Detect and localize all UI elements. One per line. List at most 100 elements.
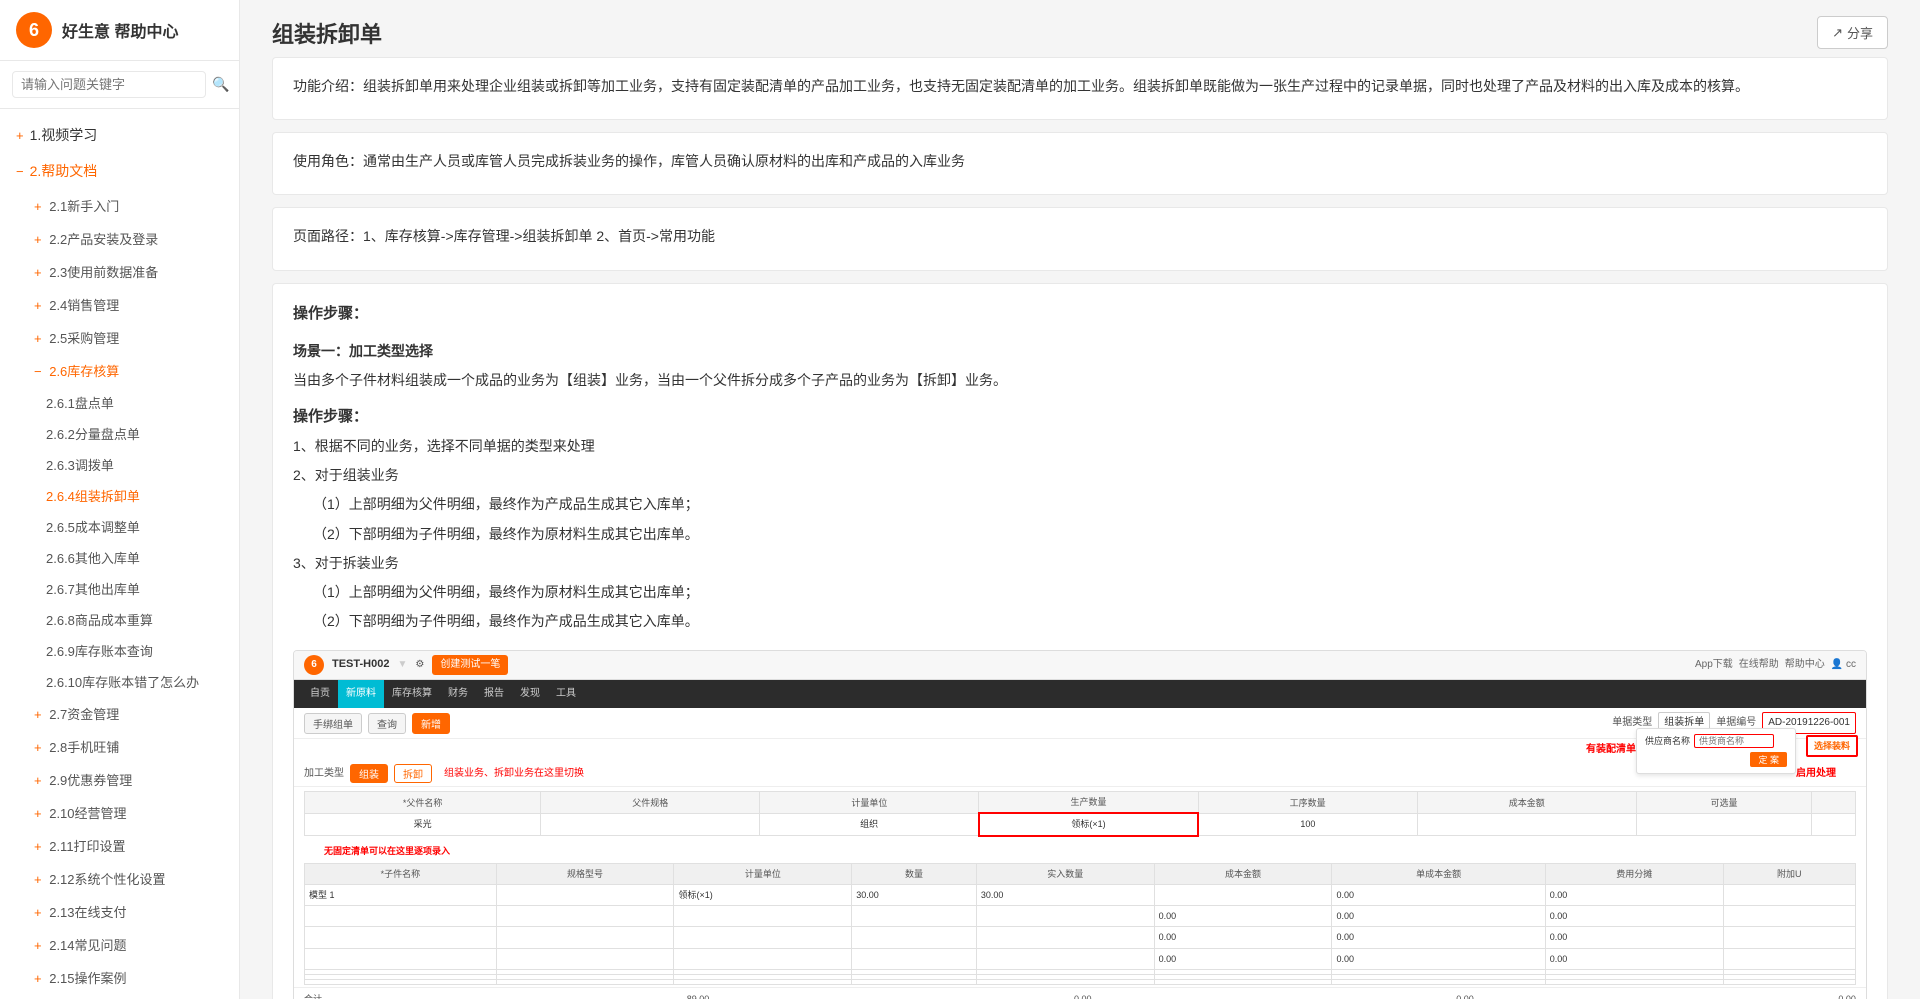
mock-settings-icon: ⚙ [415, 656, 424, 674]
ops-title: 操作步骤： [293, 300, 1867, 327]
search-box[interactable]: 🔍 [0, 61, 239, 109]
step2: 2、对于组装业务 [293, 463, 1867, 488]
sidebar-item-2-6-10[interactable]: 2.6.10库存账本错了怎么办 [0, 666, 239, 697]
mock-lower-td-1-0 [305, 906, 497, 927]
scenario1-desc: 当由多个子件材料组装成一个成品的业务为【组装】业务，当由一个父件拆分成多个子产品… [293, 368, 1867, 393]
steps-title: 操作步骤： [293, 403, 1867, 430]
share-button[interactable]: ↗ 分享 [1817, 16, 1888, 49]
screenshot-container: 6 TEST-H002 ▼ ⚙ 创建测试一笔 App下载 在线帮助 帮助中心 👤… [293, 650, 1867, 999]
plus-icon: + [34, 773, 42, 788]
logo-icon: 6 [16, 12, 52, 48]
step2a: （1）上部明细为父件明细，最终作为产成品生成其它入库单； [313, 492, 1867, 517]
mock-nav-reports[interactable]: 报告 [476, 680, 512, 708]
sidebar-item-2-6-8[interactable]: 2.6.8商品成本重算 [0, 604, 239, 635]
mock-lower-th-2: 计量单位 [674, 863, 852, 884]
plus-icon: + [34, 707, 42, 722]
sidebar-item-2-6-9[interactable]: 2.6.9库存账本查询 [0, 635, 239, 666]
path-card: 页面路径：1、库存核算->库存管理->组装拆卸单 2、首页->常用功能 [272, 207, 1888, 270]
mock-popup: 供应商名称 定 案 [1636, 728, 1796, 773]
search-input[interactable] [12, 71, 206, 98]
role-text: 使用角色：通常由生产人员或库管人员完成拆装业务的操作，库管人员确认原材料的出库和… [293, 149, 1867, 174]
mock-annotation-row1: 有装配清单的在这里处理 选择装料 [294, 739, 1866, 761]
mock-separator: ▼ [397, 656, 407, 674]
app-name: 好生意 帮助中心 [62, 18, 178, 42]
main: 组装拆卸单 ↗ 分享 功能介绍：组装拆卸单用来处理企业组装或拆卸等加工业务，支持… [240, 0, 1920, 999]
sidebar-item-2-8[interactable]: + 2.8手机旺铺 [0, 730, 239, 763]
search-icon[interactable]: 🔍 [212, 76, 229, 93]
mock-nav-home[interactable]: 自贡 [302, 680, 338, 708]
sidebar-item-2-11[interactable]: + 2.11打印设置 [0, 829, 239, 862]
plus-icon: + [34, 806, 42, 821]
mock-toolbar: 手绑组单 查询 新增 单据类型 组装拆单 单据编号 AD-20191226-00… [294, 708, 1866, 739]
plus-icon: + [34, 265, 42, 280]
sidebar-item-2-6[interactable]: − 2.6库存核算 [0, 354, 239, 387]
sidebar-item-2-10[interactable]: + 2.10经营管理 [0, 796, 239, 829]
mock-link-help[interactable]: 在线帮助 [1739, 656, 1779, 674]
sidebar-item-2-6-3[interactable]: 2.6.3调拨单 [0, 449, 239, 480]
plus-icon: + [34, 740, 42, 755]
minus-icon: − [16, 164, 24, 179]
sidebar-item-2-6-7[interactable]: 2.6.7其他出库单 [0, 573, 239, 604]
label: 2.8手机旺铺 [49, 740, 119, 755]
sidebar-item-1[interactable]: + 1.视频学习 [0, 117, 239, 153]
sidebar-item-2-6-4[interactable]: 2.6.4组装拆卸单 [0, 480, 239, 511]
plus-icon: + [34, 872, 42, 887]
mock-btn-assemble[interactable]: 组装 [350, 764, 388, 783]
sidebar-item-2-1[interactable]: + 2.1新手入门 [0, 189, 239, 222]
mock-nav: 自贡 新原料 库存核算 财务 报告 发现 工具 [294, 680, 1866, 708]
label: 2.4销售管理 [49, 298, 119, 313]
mock-new-order-btn[interactable]: 创建测试一笔 [432, 655, 508, 675]
mock-nav-discover[interactable]: 发现 [512, 680, 548, 708]
mock-btn-new[interactable]: 新增 [412, 713, 450, 734]
sidebar-item-2-2[interactable]: + 2.2产品安装及登录 [0, 222, 239, 255]
sidebar-item-2-12[interactable]: + 2.12系统个性化设置 [0, 862, 239, 895]
label: 2.1新手入门 [49, 199, 119, 214]
mock-footer-row: 合计 89.00 0.00 0.00 0.00 [294, 987, 1866, 999]
path-text: 页面路径：1、库存核算->库存管理->组装拆卸单 2、首页->常用功能 [293, 224, 1867, 249]
sidebar-item-2-5[interactable]: + 2.5采购管理 [0, 321, 239, 354]
mock-footer-val-4: 0.00 [1838, 991, 1856, 999]
mock-nav-materials[interactable]: 新原料 [338, 680, 384, 708]
step3: 3、对于拆装业务 [293, 551, 1867, 576]
mock-popup-confirm-btn[interactable]: 定 案 [1750, 752, 1787, 767]
mock-lower-td-1-5: 0.00 [1154, 906, 1332, 927]
mock-popup-btn-row: 定 案 [1645, 752, 1787, 768]
mock-popup-input[interactable] [1694, 734, 1774, 748]
sidebar-item-2-4[interactable]: + 2.4销售管理 [0, 288, 239, 321]
label: 2.14常见问题 [49, 938, 126, 953]
mock-upper-td-3[interactable]: 领标(×1) [979, 813, 1198, 835]
mock-link-app[interactable]: App下载 [1695, 656, 1733, 674]
mock-btn-disassemble[interactable]: 拆卸 [394, 764, 432, 783]
sidebar-item-2-6-5[interactable]: 2.6.5成本调整单 [0, 511, 239, 542]
mock-lower-th-3: 数量 [852, 863, 977, 884]
sidebar-item-2[interactable]: − 2.帮助文档 [0, 153, 239, 189]
mock-btn-bind[interactable]: 手绑组单 [304, 713, 362, 734]
sidebar-item-2-7[interactable]: + 2.7资金管理 [0, 697, 239, 730]
annotation-text-2: 组装业务、拆卸业务在这里切换 [444, 765, 584, 783]
mock-upper-td-5 [1417, 813, 1636, 835]
mock-nav-tools[interactable]: 工具 [548, 680, 584, 708]
intro-text: 功能介绍：组装拆卸单用来处理企业组装或拆卸等加工业务，支持有固定装配清单的产品加… [293, 74, 1867, 99]
mock-nav-inventory[interactable]: 库存核算 [384, 680, 440, 708]
sidebar-item-2-6-1[interactable]: 2.6.1盘点单 [0, 387, 239, 418]
sidebar-item-2-14[interactable]: + 2.14常见问题 [0, 928, 239, 961]
sidebar-item-2-13[interactable]: + 2.13在线支付 [0, 895, 239, 928]
sidebar-item-2-15[interactable]: + 2.15操作案例 [0, 961, 239, 994]
sidebar-item-2-3[interactable]: + 2.3使用前数据准备 [0, 255, 239, 288]
mock-toolbar-area: 手绑组单 查询 新增 单据类型 组装拆单 单据编号 AD-20191226-00… [294, 708, 1866, 761]
mock-upper-td-0: 采光 [305, 813, 541, 835]
mock-btn-fixed-bom[interactable]: 选择装料 [1806, 735, 1858, 757]
mock-lower-th-5: 成本金额 [1154, 863, 1332, 884]
mock-lower-td-0-2[interactable]: 领标(×1) [674, 885, 852, 906]
sidebar: 6 好生意 帮助中心 🔍 + 1.视频学习 − 2.帮助文档 + 2.1新手入门 [0, 0, 240, 999]
sidebar-item-2-9[interactable]: + 2.9优惠券管理 [0, 763, 239, 796]
sub-sub-list-2-6: 2.6.1盘点单 2.6.2分量盘点单 2.6.3调拨单 2.6.4组装拆卸单 … [0, 387, 239, 697]
mock-link-helpcenter[interactable]: 帮助中心 [1785, 656, 1825, 674]
scenario1-title: 场景一：加工类型选择 [293, 339, 1867, 364]
mock-nav-finance[interactable]: 财务 [440, 680, 476, 708]
sidebar-item-2-6-6[interactable]: 2.6.6其他入库单 [0, 542, 239, 573]
mock-btn-query[interactable]: 查询 [368, 713, 406, 734]
label: 2.12系统个性化设置 [49, 872, 165, 887]
mock-type-label: 加工类型 [304, 765, 344, 783]
sidebar-item-2-6-2[interactable]: 2.6.2分量盘点单 [0, 418, 239, 449]
